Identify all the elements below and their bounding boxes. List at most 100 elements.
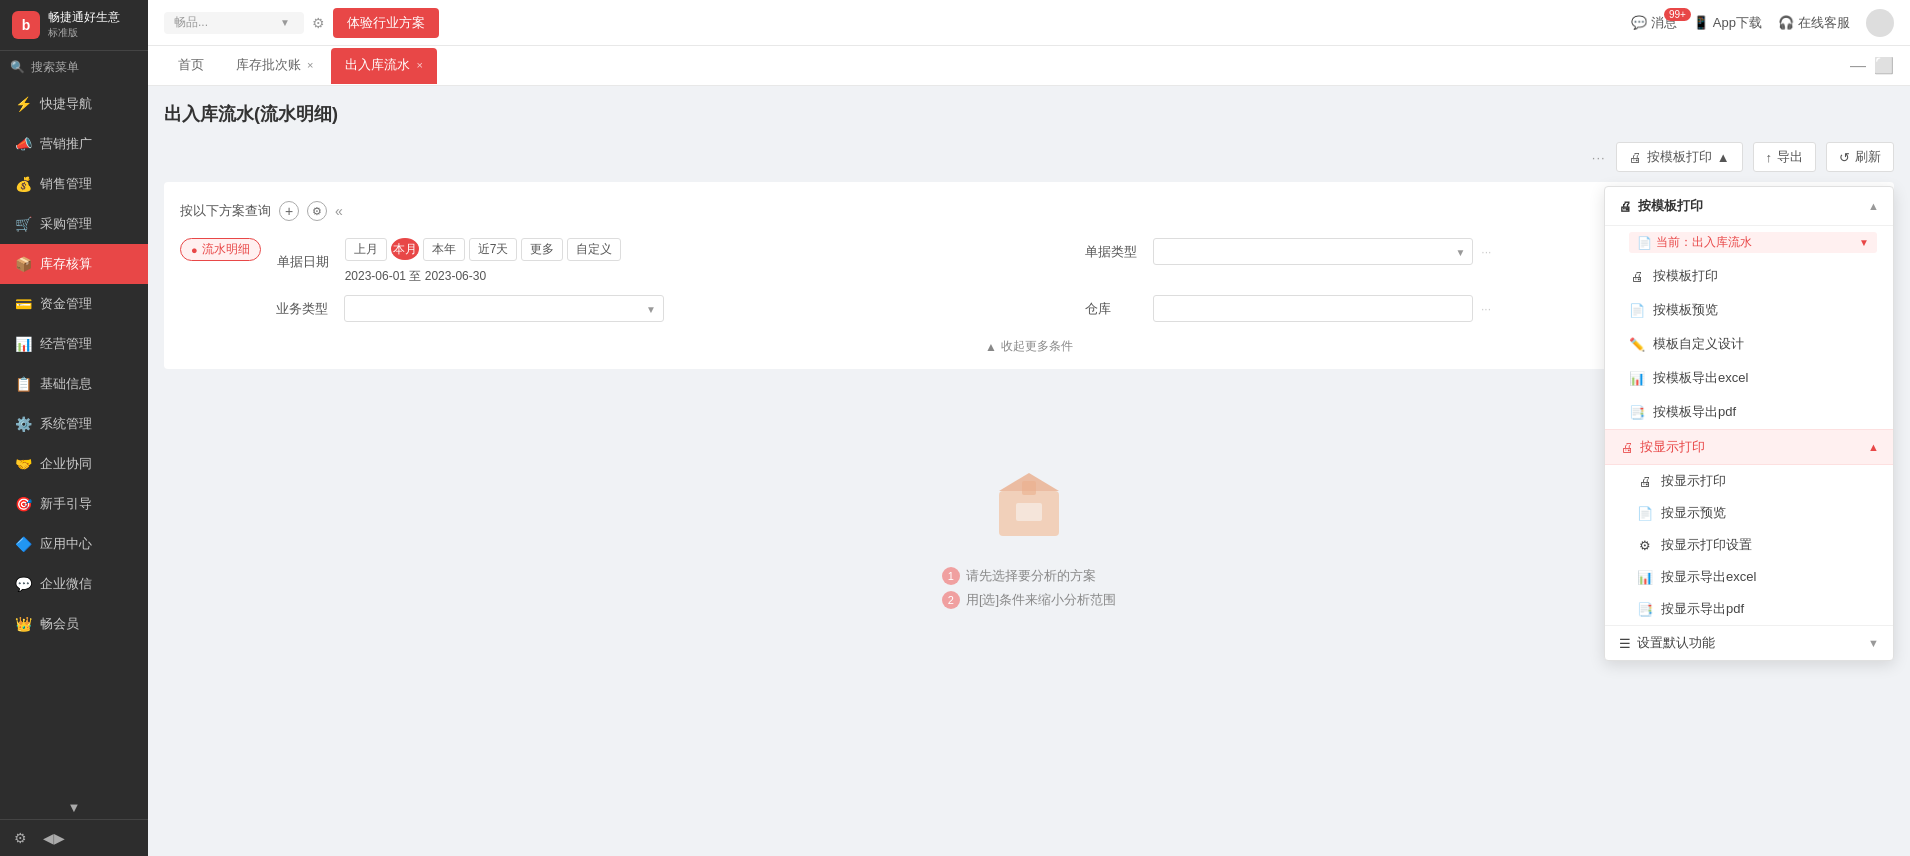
sidebar-item-operations[interactable]: 📊 经营管理 (0, 324, 148, 364)
topbar-breadcrumb-area: ▼ ⚙ 体验行业方案 (164, 8, 1619, 38)
tab-inventory-flow-close[interactable]: × (416, 59, 422, 71)
topbar-gear-icon[interactable]: ⚙ (312, 15, 325, 31)
topbar-online-service[interactable]: 🎧 在线客服 (1778, 14, 1850, 32)
dropdown-panel-header: 🖨 按模板打印 ▲ (1605, 187, 1893, 226)
date-btn-custom[interactable]: 自定义 (567, 238, 621, 261)
sidebar-item-inventory[interactable]: 📦 库存核算 (0, 244, 148, 284)
filter-warehouse-select[interactable] (1153, 295, 1473, 322)
sidebar-item-marketing[interactable]: 📣 营销推广 (0, 124, 148, 164)
warehouse-more-icon[interactable]: ··· (1481, 302, 1491, 316)
printer-icon-panel: 🖨 (1619, 199, 1632, 214)
sidebar-search[interactable]: 🔍 搜索菜单 (0, 51, 148, 84)
display-print-item-icon: 🖨 (1637, 473, 1653, 489)
sidebar-item-label: 企业协同 (40, 455, 92, 473)
filter-date-range: 2023-06-01 至 2023-06-30 (345, 268, 622, 285)
filter-doc-type-select[interactable] (1153, 238, 1473, 265)
filter-date-item: 单据日期 上月 本月 本年 近7天 更多 自定义 2023-06-01 至 20… (277, 238, 1070, 285)
logo-text: 畅捷通好生意 标准版 (48, 10, 120, 40)
industry-solution-button[interactable]: 体验行业方案 (333, 8, 439, 38)
purchase-icon: 🛒 (14, 216, 32, 232)
topbar-search-wrap[interactable]: ▼ (164, 12, 304, 34)
dropdown-item-template-custom[interactable]: ✏️ 模板自定义设计 (1605, 327, 1893, 361)
current-icon: 📄 (1637, 236, 1652, 250)
sidebar-item-app-center[interactable]: 🔷 应用中心 (0, 524, 148, 564)
basic-icon: 📋 (14, 376, 32, 392)
tab-inventory-flow[interactable]: 出入库流水 × (331, 48, 436, 84)
tab-inventory-batch[interactable]: 库存批次账 × (222, 48, 327, 84)
display-pdf-icon: 📑 (1637, 601, 1653, 617)
dropdown-item-display-print-settings[interactable]: ⚙ 按显示打印设置 (1605, 529, 1893, 561)
topbar-message[interactable]: 💬 消息 99+ (1631, 14, 1677, 32)
date-btn-this-month[interactable]: 本月 (391, 238, 419, 260)
sidebar-item-system[interactable]: ⚙️ 系统管理 (0, 404, 148, 444)
app-center-icon: 🔷 (14, 536, 32, 552)
sidebar-item-label: 库存核算 (40, 255, 92, 273)
sidebar-item-label: 销售管理 (40, 175, 92, 193)
doc-type-more-icon[interactable]: ··· (1481, 245, 1491, 259)
display-export-excel-label: 按显示导出excel (1661, 568, 1756, 586)
sidebar-item-wechat[interactable]: 💬 企业微信 (0, 564, 148, 604)
svg-rect-2 (1016, 503, 1042, 521)
filter-settings-button[interactable]: ⚙ (307, 201, 327, 221)
sidebar-item-enterprise[interactable]: 🤝 企业协同 (0, 444, 148, 484)
template-print-button[interactable]: 🖨 按模板打印 ▲ (1616, 142, 1743, 172)
empty-state-icon (984, 461, 1074, 551)
sidebar-item-guide[interactable]: 🎯 新手引导 (0, 484, 148, 524)
guide-icon: 🎯 (14, 496, 32, 512)
dropdown-display-print-header[interactable]: 🖨 按显示打印 ▲ (1605, 429, 1893, 465)
date-btn-more[interactable]: 更多 (521, 238, 563, 261)
system-icon: ⚙️ (14, 416, 32, 432)
topbar-app-download[interactable]: 📱 App下载 (1693, 14, 1762, 32)
sidebar-item-label: 营销推广 (40, 135, 92, 153)
sidebar-item-basic[interactable]: 📋 基础信息 (0, 364, 148, 404)
tab-inventory-batch-label: 库存批次账 (236, 56, 301, 74)
date-btn-this-year[interactable]: 本年 (423, 238, 465, 261)
user-avatar[interactable] (1866, 9, 1894, 37)
dropdown-item-template-preview[interactable]: 📄 按模板预览 (1605, 293, 1893, 327)
dropdown-current-chevron: ▼ (1859, 237, 1869, 248)
sidebar-item-label: 新手引导 (40, 495, 92, 513)
date-btn-7days[interactable]: 近7天 (469, 238, 518, 261)
sidebar-item-sales[interactable]: 💰 销售管理 (0, 164, 148, 204)
collapse-sidebar-icon[interactable]: ◀▶ (43, 830, 65, 846)
dropdown-item-display-print[interactable]: 🖨 按显示打印 (1605, 465, 1893, 497)
tab-inventory-batch-close[interactable]: × (307, 59, 313, 71)
dropdown-panel-chevron-up[interactable]: ▲ (1868, 200, 1879, 212)
tab-home[interactable]: 首页 (164, 48, 218, 84)
export-button[interactable]: ↑ 导出 (1753, 142, 1817, 172)
sidebar-logo: b 畅捷通好生意 标准版 (0, 0, 148, 51)
dropdown-item-template-print[interactable]: 🖨 按模板打印 (1605, 259, 1893, 293)
dropdown-footer[interactable]: ☰ 设置默认功能 ▼ (1605, 625, 1893, 660)
filter-doc-type-select-wrap: ▼ (1153, 238, 1473, 265)
dropdown-item-template-export-excel[interactable]: 📊 按模板导出excel (1605, 361, 1893, 395)
topbar-search-input[interactable] (174, 16, 274, 30)
sales-icon: 💰 (14, 176, 32, 192)
footer-chevron-icon: ▼ (1868, 637, 1879, 649)
filter-biz-type-select[interactable] (344, 295, 664, 322)
tab-minimize-icon[interactable]: — (1850, 57, 1866, 75)
more-options-dots[interactable]: ··· (1592, 150, 1606, 165)
tab-maximize-icon[interactable]: ⬜ (1874, 56, 1894, 75)
dropdown-item-display-export-pdf[interactable]: 📑 按显示导出pdf (1605, 593, 1893, 625)
template-pdf-item-icon: 📑 (1629, 404, 1645, 420)
filter-collapse-icon[interactable]: « (335, 203, 343, 219)
filter-chip[interactable]: ● 流水明细 (180, 238, 261, 261)
dropdown-current-text: 当前：出入库流水 (1656, 234, 1752, 251)
dropdown-item-display-export-excel[interactable]: 📊 按显示导出excel (1605, 561, 1893, 593)
online-service-label: 在线客服 (1798, 14, 1850, 32)
settings-bottom-icon[interactable]: ⚙ (14, 830, 27, 846)
marketing-icon: 📣 (14, 136, 32, 152)
date-btn-last-month[interactable]: 上月 (345, 238, 387, 261)
dropdown-item-display-preview[interactable]: 📄 按显示预览 (1605, 497, 1893, 529)
refresh-button[interactable]: ↺ 刷新 (1826, 142, 1894, 172)
sidebar-item-quick-nav[interactable]: ⚡ 快捷导航 (0, 84, 148, 124)
filter-add-button[interactable]: + (279, 201, 299, 221)
display-print-header-icon: 🖨 (1621, 440, 1634, 455)
sidebar-item-vip[interactable]: 👑 畅会员 (0, 604, 148, 644)
sidebar-item-purchase[interactable]: 🛒 采购管理 (0, 204, 148, 244)
sidebar-scroll-down[interactable]: ▼ (0, 796, 148, 819)
filter-label: 按以下方案查询 (180, 202, 271, 220)
sidebar-item-finance[interactable]: 💳 资金管理 (0, 284, 148, 324)
export-icon: ↑ (1766, 150, 1773, 165)
dropdown-item-template-export-pdf[interactable]: 📑 按模板导出pdf (1605, 395, 1893, 429)
